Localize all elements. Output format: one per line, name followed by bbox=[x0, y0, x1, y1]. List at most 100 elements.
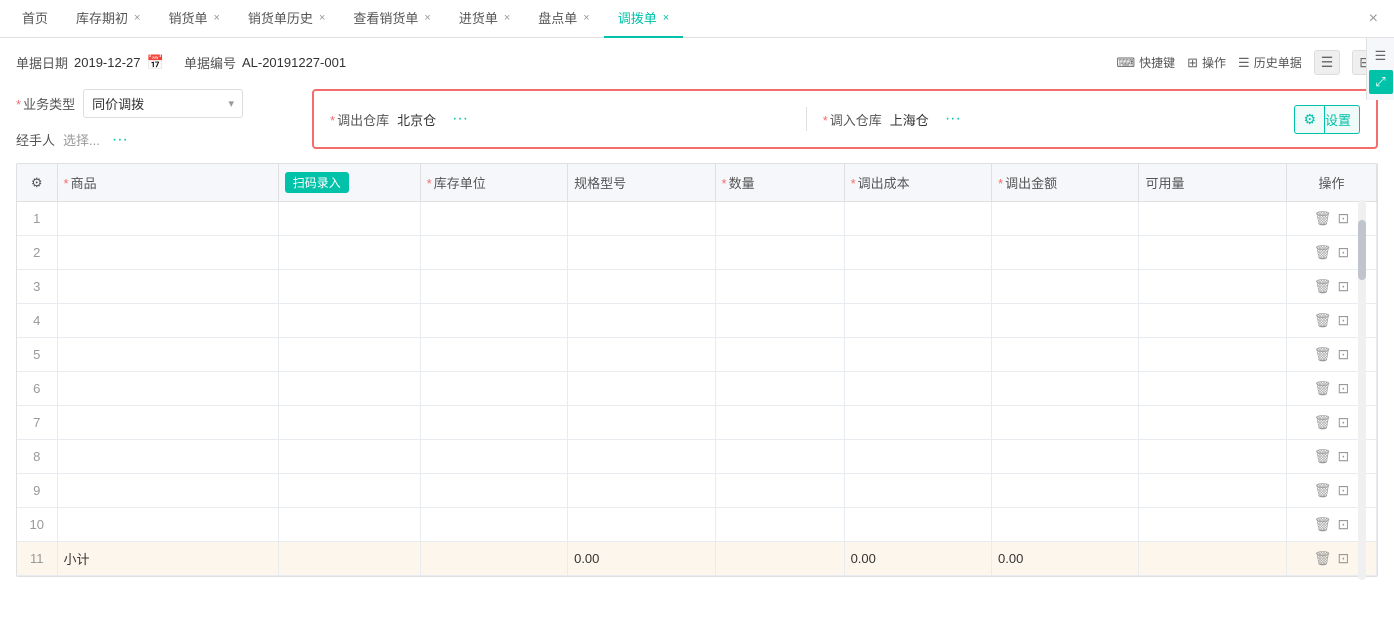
layout1-button[interactable]: ☰ bbox=[1314, 50, 1341, 75]
row-qty-cell[interactable] bbox=[715, 202, 844, 236]
tab-close-inventory-check[interactable]: × bbox=[583, 12, 589, 24]
row-unit-cell[interactable] bbox=[420, 474, 567, 508]
row-cost-cell[interactable] bbox=[844, 474, 991, 508]
right-toolbar-expand-btn[interactable]: ⤢ bbox=[1369, 70, 1393, 94]
row-amount-cell[interactable] bbox=[992, 474, 1139, 508]
scrollbar-track[interactable] bbox=[1358, 200, 1366, 580]
copy-icon[interactable]: ⊡ bbox=[1338, 380, 1350, 397]
row-amount-cell[interactable] bbox=[992, 338, 1139, 372]
copy-icon[interactable]: ⊡ bbox=[1338, 312, 1350, 329]
tab-close-view-sales[interactable]: × bbox=[424, 12, 430, 24]
delete-icon[interactable]: 🗑 bbox=[1314, 414, 1332, 431]
settings-text-button[interactable]: 设置 bbox=[1324, 106, 1359, 133]
copy-icon[interactable]: ⊡ bbox=[1338, 414, 1350, 431]
tab-transfer[interactable]: 调拨单 × bbox=[604, 0, 683, 38]
row-qty-cell[interactable] bbox=[715, 474, 844, 508]
row-qty-cell[interactable] bbox=[715, 304, 844, 338]
row-qty-cell[interactable] bbox=[715, 406, 844, 440]
row-unit-cell[interactable] bbox=[420, 338, 567, 372]
row-qty-cell[interactable] bbox=[715, 508, 844, 542]
tab-close-purchase[interactable]: × bbox=[504, 12, 510, 24]
scrollbar-thumb[interactable] bbox=[1358, 220, 1366, 280]
delete-icon[interactable]: 🗑 bbox=[1314, 244, 1332, 261]
calendar-icon[interactable]: 📅 bbox=[147, 54, 164, 71]
row-product-cell[interactable] bbox=[57, 236, 278, 270]
row-spec-cell[interactable] bbox=[568, 202, 715, 236]
row-cost-cell[interactable] bbox=[844, 236, 991, 270]
row-cost-cell[interactable] bbox=[844, 338, 991, 372]
row-amount-cell[interactable] bbox=[992, 440, 1139, 474]
tab-sales-history[interactable]: 销货单历史 × bbox=[234, 0, 339, 38]
copy-icon[interactable]: ⊡ bbox=[1338, 278, 1350, 295]
copy-icon[interactable]: ⊡ bbox=[1338, 516, 1350, 533]
row-unit-cell[interactable] bbox=[420, 236, 567, 270]
row-cost-cell[interactable] bbox=[844, 508, 991, 542]
warehouse-out-more-icon[interactable]: ··· bbox=[452, 110, 468, 128]
tab-close-inventory-init[interactable]: × bbox=[134, 12, 140, 24]
row-qty-cell[interactable] bbox=[715, 236, 844, 270]
row-unit-cell[interactable] bbox=[420, 406, 567, 440]
copy-icon[interactable]: ⊡ bbox=[1338, 448, 1350, 465]
row-unit-cell[interactable] bbox=[420, 202, 567, 236]
tab-sales-order[interactable]: 销货单 × bbox=[154, 0, 233, 38]
delete-icon[interactable]: 🗑 bbox=[1314, 448, 1332, 465]
row-product-cell[interactable] bbox=[57, 508, 278, 542]
row-unit-cell[interactable] bbox=[420, 440, 567, 474]
copy-icon[interactable]: ⊡ bbox=[1338, 244, 1350, 261]
business-type-select[interactable]: 同价调拨 ▾ bbox=[83, 89, 243, 118]
row-cost-cell[interactable] bbox=[844, 372, 991, 406]
row-qty-cell[interactable] bbox=[715, 372, 844, 406]
row-product-cell[interactable] bbox=[57, 440, 278, 474]
delete-icon[interactable]: 🗑 bbox=[1314, 550, 1332, 567]
row-amount-cell[interactable] bbox=[992, 304, 1139, 338]
row-product-cell[interactable] bbox=[57, 270, 278, 304]
tab-inventory-init[interactable]: 库存期初 × bbox=[62, 0, 154, 38]
shortcuts-button[interactable]: ⌨ 快捷键 bbox=[1116, 54, 1175, 71]
row-amount-cell[interactable] bbox=[992, 270, 1139, 304]
row-qty-cell[interactable] bbox=[715, 338, 844, 372]
row-amount-cell[interactable] bbox=[992, 236, 1139, 270]
tab-bar-close-button[interactable]: × bbox=[1361, 10, 1386, 28]
row-unit-cell[interactable] bbox=[420, 304, 567, 338]
tab-close-transfer[interactable]: × bbox=[663, 12, 669, 24]
tab-purchase[interactable]: 进货单 × bbox=[445, 0, 524, 38]
row-cost-cell[interactable] bbox=[844, 440, 991, 474]
tab-view-sales[interactable]: 查看销货单 × bbox=[339, 0, 444, 38]
delete-icon[interactable]: 🗑 bbox=[1314, 210, 1332, 227]
tab-close-sales-history[interactable]: × bbox=[319, 12, 325, 24]
delete-icon[interactable]: 🗑 bbox=[1314, 278, 1332, 295]
scan-input-button[interactable]: 扫码录入 bbox=[285, 172, 349, 193]
row-spec-cell[interactable] bbox=[568, 440, 715, 474]
operations-button[interactable]: ⊞ 操作 bbox=[1187, 54, 1226, 71]
row-spec-cell[interactable] bbox=[568, 270, 715, 304]
copy-icon[interactable]: ⊡ bbox=[1338, 482, 1350, 499]
row-amount-cell[interactable] bbox=[992, 202, 1139, 236]
row-product-cell[interactable] bbox=[57, 202, 278, 236]
row-product-cell[interactable] bbox=[57, 304, 278, 338]
row-product-cell[interactable] bbox=[57, 338, 278, 372]
row-qty-cell[interactable] bbox=[715, 270, 844, 304]
row-cost-cell[interactable] bbox=[844, 270, 991, 304]
row-qty-cell[interactable] bbox=[715, 440, 844, 474]
handler-more-icon[interactable]: ··· bbox=[112, 131, 128, 149]
tab-close-sales-order[interactable]: × bbox=[213, 12, 219, 24]
tab-home[interactable]: 首页 bbox=[8, 0, 62, 38]
row-spec-cell[interactable] bbox=[568, 304, 715, 338]
row-unit-cell[interactable] bbox=[420, 372, 567, 406]
row-spec-cell[interactable] bbox=[568, 236, 715, 270]
row-cost-cell[interactable] bbox=[844, 304, 991, 338]
delete-icon[interactable]: 🗑 bbox=[1314, 482, 1332, 499]
right-toolbar-list-btn[interactable]: ☰ bbox=[1369, 44, 1393, 68]
row-spec-cell[interactable] bbox=[568, 338, 715, 372]
row-spec-cell[interactable] bbox=[568, 474, 715, 508]
delete-icon[interactable]: 🗑 bbox=[1314, 380, 1332, 397]
copy-icon[interactable]: ⊡ bbox=[1338, 210, 1350, 227]
row-spec-cell[interactable] bbox=[568, 372, 715, 406]
delete-icon[interactable]: 🗑 bbox=[1314, 346, 1332, 363]
row-unit-cell[interactable] bbox=[420, 508, 567, 542]
delete-icon[interactable]: 🗑 bbox=[1314, 312, 1332, 329]
history-button[interactable]: ☰ 历史单据 bbox=[1238, 54, 1302, 71]
row-product-cell[interactable] bbox=[57, 372, 278, 406]
handler-select[interactable]: 选择... bbox=[63, 130, 100, 149]
row-product-cell[interactable] bbox=[57, 406, 278, 440]
